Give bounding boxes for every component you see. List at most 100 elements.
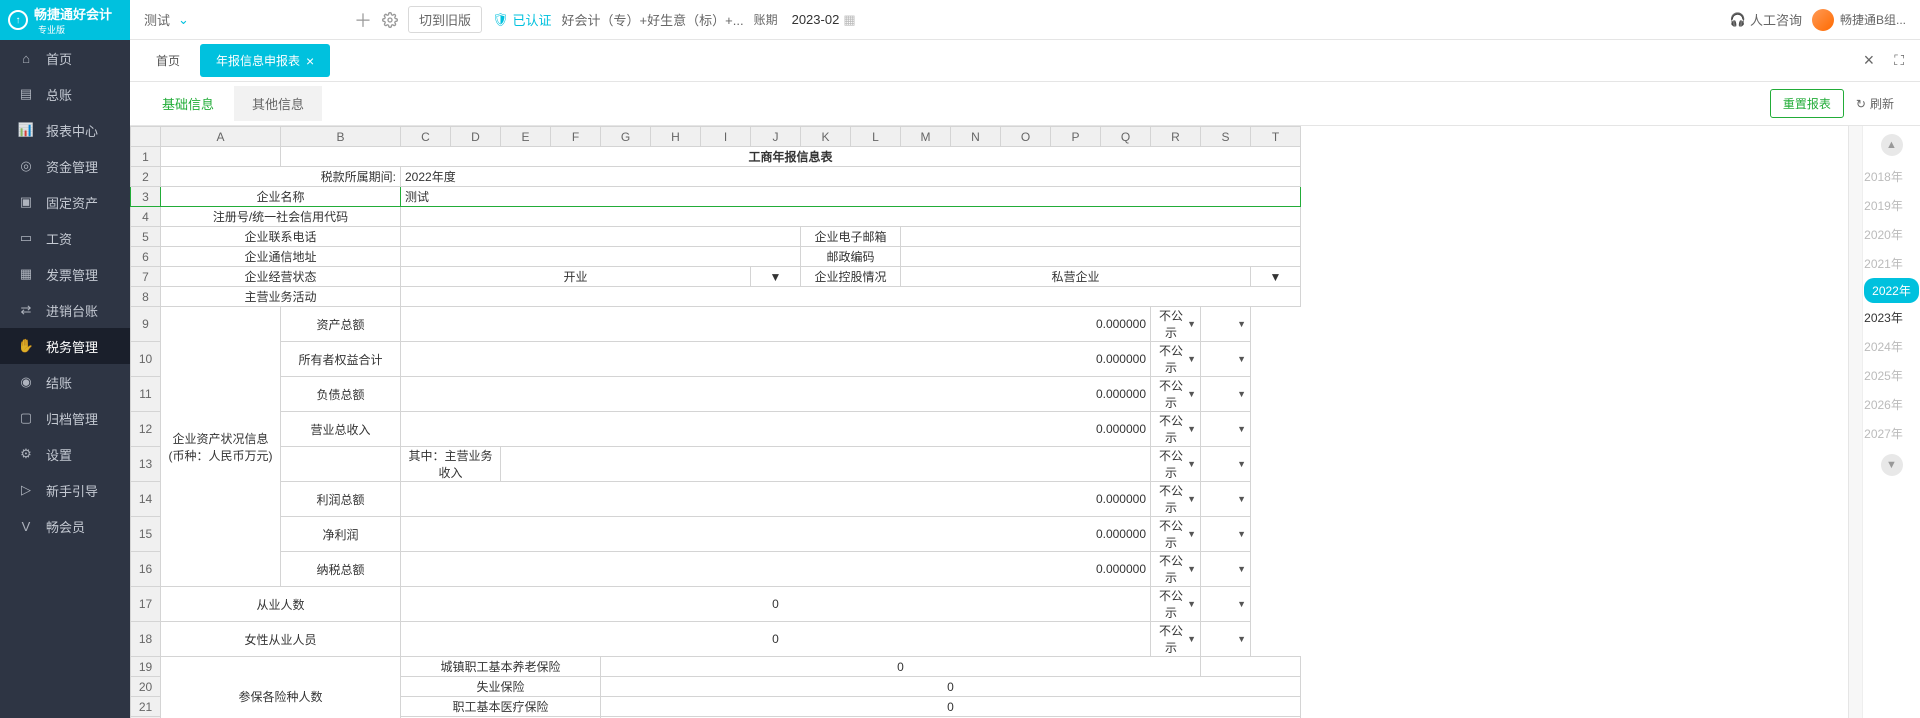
add-button[interactable]: ＋ [354, 7, 372, 33]
spreadsheet[interactable]: ABCDEFGHIJKLMNOPQRST1工商年报信息表2税款所属期间:2022… [130, 126, 1848, 718]
period-selector[interactable]: 2023-02 ▦ [792, 12, 856, 28]
row-header[interactable]: 4 [131, 207, 161, 227]
row-header[interactable]: 8 [131, 287, 161, 307]
row-header[interactable]: 10 [131, 342, 161, 377]
subtab-other[interactable]: 其他信息 [234, 86, 322, 121]
sidebar-item-archive[interactable]: ▢归档管理 [0, 400, 130, 436]
row-header[interactable]: 21 [131, 697, 161, 717]
col-header[interactable]: Q [1101, 127, 1151, 147]
switch-old-button[interactable]: 切到旧版 [408, 6, 482, 33]
period-label: 账期 [754, 11, 778, 28]
company-name: 测试 [144, 10, 170, 29]
settings-icon: ⚙ [18, 446, 34, 462]
brand-logo: ↑ 畅捷通好会计 专业版 [0, 0, 130, 40]
col-header[interactable]: O [1001, 127, 1051, 147]
refresh-button[interactable]: ↻ 刷新 [1844, 90, 1906, 117]
row-header[interactable]: 2 [131, 167, 161, 187]
tax-icon: ✋ [18, 338, 34, 354]
tab-home[interactable]: 首页 [140, 44, 196, 77]
row-header[interactable]: 14 [131, 482, 161, 517]
company-selector[interactable]: 测试 ⌄ [144, 10, 344, 29]
year-item[interactable]: 2020年 [1864, 220, 1919, 249]
year-item[interactable]: 2025年 [1864, 361, 1919, 390]
year-item[interactable]: 2019年 [1864, 191, 1919, 220]
row-header[interactable]: 20 [131, 677, 161, 697]
sidebar-item-guide[interactable]: ▷新手引导 [0, 472, 130, 508]
sidebar-item-chart[interactable]: 📊报表中心 [0, 112, 130, 148]
sidebar-item-salary[interactable]: ▭工资 [0, 220, 130, 256]
calendar-icon: ▦ [843, 12, 855, 28]
col-header[interactable]: H [651, 127, 701, 147]
verified-badge[interactable]: 🛡 已认证 [492, 10, 552, 29]
row-header[interactable]: 9 [131, 307, 161, 342]
year-item[interactable]: 2018年 [1864, 162, 1919, 191]
year-item[interactable]: 2022年 [1864, 278, 1919, 303]
col-header[interactable]: S [1201, 127, 1251, 147]
row-header[interactable]: 12 [131, 412, 161, 447]
row-header[interactable]: 7 [131, 267, 161, 287]
col-header[interactable]: R [1151, 127, 1201, 147]
year-up-button[interactable]: ▲ [1881, 134, 1903, 156]
sidebar-item-inout[interactable]: ⇄进销台账 [0, 292, 130, 328]
col-header[interactable]: F [551, 127, 601, 147]
year-panel: ▲ 2018年2019年2020年2021年2022年2023年2024年202… [1862, 126, 1920, 718]
year-item[interactable]: 2023年 [1864, 303, 1919, 332]
fullscreen-icon[interactable]: ⛶ [1888, 52, 1910, 69]
row-header[interactable]: 15 [131, 517, 161, 552]
close-all-icon[interactable]: × [1854, 50, 1885, 71]
home-icon: ⌂ [18, 50, 34, 66]
sidebar-item-vip[interactable]: V畅会员 [0, 508, 130, 544]
sidebar-item-invoice[interactable]: ▦发票管理 [0, 256, 130, 292]
row-header[interactable]: 16 [131, 552, 161, 587]
row-header[interactable]: 19 [131, 657, 161, 677]
col-header[interactable]: T [1251, 127, 1301, 147]
year-item[interactable]: 2026年 [1864, 390, 1919, 419]
reg-no-value[interactable] [401, 207, 1301, 227]
user-menu[interactable]: 畅捷通B组... [1812, 9, 1906, 31]
col-header[interactable]: I [701, 127, 751, 147]
col-header[interactable]: E [501, 127, 551, 147]
subtab-basic[interactable]: 基础信息 [144, 86, 232, 121]
page-tabs: 首页 年报信息申报表 × × ⛶ [130, 40, 1920, 82]
col-header[interactable]: N [951, 127, 1001, 147]
sidebar-item-fund[interactable]: ◎资金管理 [0, 148, 130, 184]
row-header[interactable]: 18 [131, 622, 161, 657]
row-header[interactable]: 17 [131, 587, 161, 622]
gear-icon[interactable] [382, 12, 398, 28]
sidebar-item-asset[interactable]: ▣固定资产 [0, 184, 130, 220]
col-header[interactable]: G [601, 127, 651, 147]
col-header[interactable]: M [901, 127, 951, 147]
col-header[interactable]: B [281, 127, 401, 147]
year-item[interactable]: 2024年 [1864, 332, 1919, 361]
year-item[interactable]: 2027年 [1864, 419, 1919, 448]
support-button[interactable]: 🎧 人工咨询 [1730, 10, 1802, 29]
year-item[interactable]: 2021年 [1864, 249, 1919, 278]
col-header[interactable]: C [401, 127, 451, 147]
row-header[interactable]: 13 [131, 447, 161, 482]
sidebar-item-close[interactable]: ◉结账 [0, 364, 130, 400]
sidebar-item-tax[interactable]: ✋税务管理 [0, 328, 130, 364]
close-icon[interactable]: × [306, 53, 314, 69]
sidebar-item-settings[interactable]: ⚙设置 [0, 436, 130, 472]
tab-annual-report[interactable]: 年报信息申报表 × [200, 44, 330, 77]
row-header[interactable]: 6 [131, 247, 161, 267]
col-header[interactable]: P [1051, 127, 1101, 147]
vertical-scrollbar[interactable] [1848, 126, 1862, 718]
col-header[interactable]: D [451, 127, 501, 147]
col-header[interactable]: L [851, 127, 901, 147]
row-header[interactable]: 3 [131, 187, 161, 207]
sidebar-item-ledger[interactable]: ▤总账 [0, 76, 130, 112]
reset-report-button[interactable]: 重置报表 [1770, 89, 1844, 118]
col-header[interactable]: J [751, 127, 801, 147]
row-header[interactable]: 11 [131, 377, 161, 412]
year-down-button[interactable]: ▼ [1881, 454, 1903, 476]
asset-icon: ▣ [18, 194, 34, 210]
col-header[interactable]: K [801, 127, 851, 147]
col-header[interactable]: A [161, 127, 281, 147]
sidebar-item-label: 总账 [46, 85, 72, 104]
row-header[interactable]: 1 [131, 147, 161, 167]
company-value[interactable]: 测试 [401, 187, 1301, 207]
sidebar-item-label: 首页 [46, 49, 72, 68]
sidebar-item-home[interactable]: ⌂ 首页 [0, 40, 130, 76]
row-header[interactable]: 5 [131, 227, 161, 247]
